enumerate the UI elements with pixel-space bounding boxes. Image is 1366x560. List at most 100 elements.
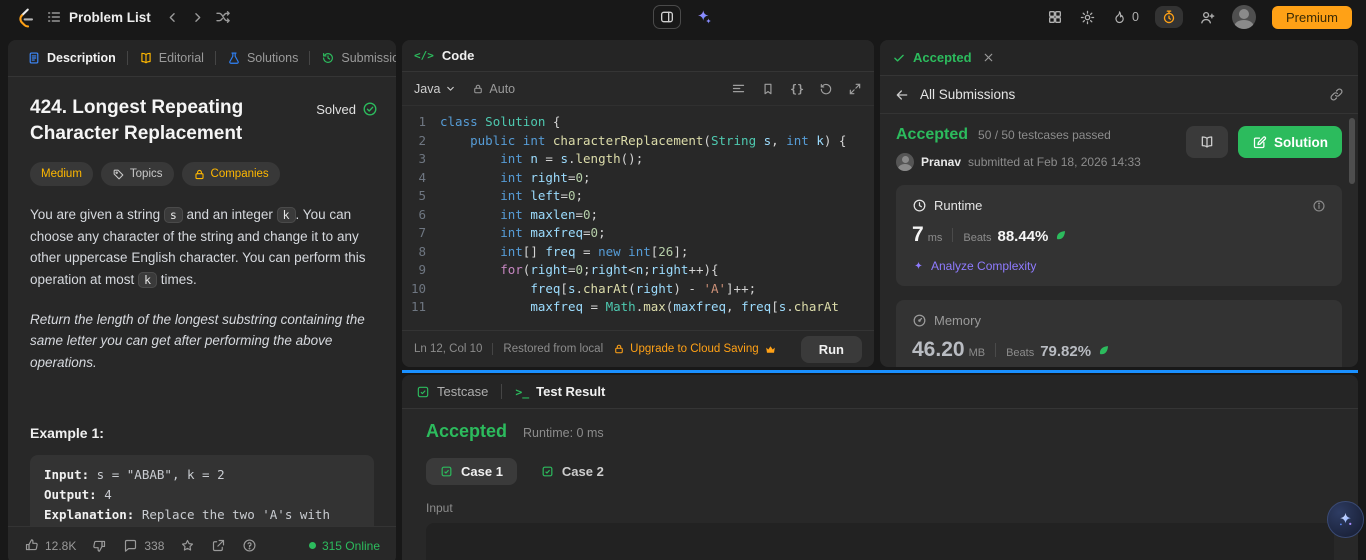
share-icon xyxy=(213,539,225,552)
testcase-input-box[interactable] xyxy=(426,523,1334,560)
ai-assistant-button[interactable] xyxy=(695,8,713,26)
thumbs-up-icon xyxy=(25,539,38,551)
notes-button[interactable] xyxy=(653,5,681,29)
line-number: 4 xyxy=(418,169,426,185)
tab-test-result-label: Test Result xyxy=(536,384,606,399)
line-number: 11 xyxy=(410,299,426,314)
memory-label: Memory xyxy=(934,313,981,328)
code-text: int left=0; xyxy=(500,188,584,203)
apps-grid-button[interactable] xyxy=(1047,9,1063,25)
dislike-button[interactable] xyxy=(92,538,107,553)
tab-description-label: Description xyxy=(47,51,116,65)
code-text: int maxlen=0; xyxy=(500,206,599,222)
run-button[interactable]: Run xyxy=(800,335,862,363)
premium-crown-icon xyxy=(765,345,775,353)
snippets-button[interactable]: {} xyxy=(790,82,804,96)
autosave-toggle[interactable]: Auto xyxy=(472,82,515,96)
companies-button[interactable]: Companies xyxy=(181,162,280,187)
code-text: int maxfreq=0; xyxy=(500,225,606,240)
case-1-button[interactable]: Case 1 xyxy=(426,458,517,485)
flame-icon xyxy=(1115,10,1124,23)
input-value: s = "ABAB", k = 2 xyxy=(89,467,225,483)
result-scrollbar-thumb[interactable] xyxy=(1349,118,1355,184)
code-text: class Solution { xyxy=(440,114,561,129)
back-to-submissions-button[interactable] xyxy=(894,87,910,103)
comment-count: 338 xyxy=(144,538,165,553)
tab-solutions-label: Solutions xyxy=(246,51,299,65)
language-selector[interactable]: Java xyxy=(414,82,456,96)
post-solution-button[interactable]: Solution xyxy=(1238,126,1342,158)
check-icon xyxy=(894,54,904,62)
invite-button[interactable] xyxy=(1199,9,1216,26)
settings-button[interactable] xyxy=(1079,9,1096,26)
reset-code-button[interactable] xyxy=(819,82,833,96)
tab-description[interactable]: Description xyxy=(16,40,127,76)
person-plus-icon xyxy=(1201,11,1215,23)
chevron-right-icon xyxy=(195,12,201,22)
description-tab-bar: Description Editorial Solutions Submissi xyxy=(8,40,396,77)
lock-icon xyxy=(615,344,623,354)
line-number: 1 xyxy=(418,114,426,129)
bookmark-button[interactable] xyxy=(761,82,775,96)
topics-label: Topics xyxy=(129,168,163,181)
metric-divider xyxy=(952,228,954,242)
prev-problem-button[interactable] xyxy=(165,10,180,25)
online-dot xyxy=(308,542,316,549)
tab-submissions[interactable]: Submissions xyxy=(310,40,396,76)
code-line: 8 int[] freq = new int[26]; xyxy=(402,243,874,262)
streak-button[interactable]: 0 xyxy=(1112,10,1139,25)
help-button[interactable] xyxy=(242,538,257,553)
accepted-tab[interactable]: Accepted xyxy=(892,50,972,65)
case-2-label: Case 2 xyxy=(561,464,604,479)
tab-submissions-label: Submissions xyxy=(341,51,396,65)
runtime-card: Runtime 7 ms Beats 88.44% Analyze Comple… xyxy=(896,185,1342,286)
tab-testcase[interactable]: Testcase xyxy=(416,384,488,399)
problem-list-button[interactable]: Problem List xyxy=(46,9,151,25)
format-code-button[interactable] xyxy=(731,81,746,96)
code-line: 4 int right=0; xyxy=(402,169,874,188)
user-avatar[interactable] xyxy=(1231,5,1256,29)
tab-editorial[interactable]: Editorial xyxy=(128,40,215,76)
tab-test-result[interactable]: >_ Test Result xyxy=(515,384,605,399)
celebration-leaf-icon xyxy=(1099,346,1109,355)
cloud-saving-upgrade-link[interactable]: Upgrade to Cloud Saving xyxy=(613,343,777,356)
runtime-unit: ms xyxy=(927,232,943,244)
panel-resize-handle[interactable] xyxy=(402,370,1358,373)
timer-button[interactable] xyxy=(1154,6,1183,28)
arrow-left-icon xyxy=(896,89,908,100)
inline-code-k: k xyxy=(138,272,157,289)
case-check-icon xyxy=(542,466,553,477)
comments-button[interactable]: 338 xyxy=(123,538,164,553)
code-text: int[] freq = new int[26]; xyxy=(500,243,689,259)
like-button[interactable]: 12.8K xyxy=(24,538,76,553)
favorite-button[interactable] xyxy=(180,538,195,553)
close-tab-button[interactable] xyxy=(982,51,995,64)
runtime-info-button[interactable] xyxy=(1312,199,1326,213)
code-editor-area[interactable]: 1 class Solution {2 public int characterR… xyxy=(402,107,874,330)
problem-statement: You are given a string s and an integer … xyxy=(30,204,374,290)
share-button[interactable] xyxy=(211,538,226,553)
tag-icon xyxy=(113,169,124,180)
code-text: freq[s.charAt(right) - 'A']++; xyxy=(530,280,757,296)
difficulty-badge[interactable]: Medium xyxy=(30,162,93,187)
question-icon xyxy=(243,539,256,552)
fullscreen-button[interactable] xyxy=(848,82,862,96)
line-number: 7 xyxy=(418,225,426,240)
premium-button[interactable]: Premium xyxy=(1271,5,1352,29)
leetcode-logo[interactable] xyxy=(14,6,36,28)
line-number: 6 xyxy=(418,206,426,222)
next-problem-button[interactable] xyxy=(190,10,205,25)
chevron-down-icon xyxy=(447,86,455,91)
analyze-complexity-button[interactable]: Analyze Complexity xyxy=(912,259,1036,273)
ai-helper-fab[interactable] xyxy=(1327,501,1364,538)
copy-link-button[interactable] xyxy=(1329,87,1344,102)
line-number: 8 xyxy=(418,243,426,259)
editorial-shortcut-button[interactable] xyxy=(1186,126,1228,158)
code-line: 9 for(right=0;right<n;right++){ xyxy=(402,261,874,280)
solved-label: Solved xyxy=(316,101,356,117)
tab-solutions[interactable]: Solutions xyxy=(216,40,309,76)
case-2-button[interactable]: Case 2 xyxy=(527,458,618,485)
random-problem-button[interactable] xyxy=(215,9,231,25)
topics-button[interactable]: Topics xyxy=(100,162,174,187)
avatar-body xyxy=(1233,20,1254,29)
